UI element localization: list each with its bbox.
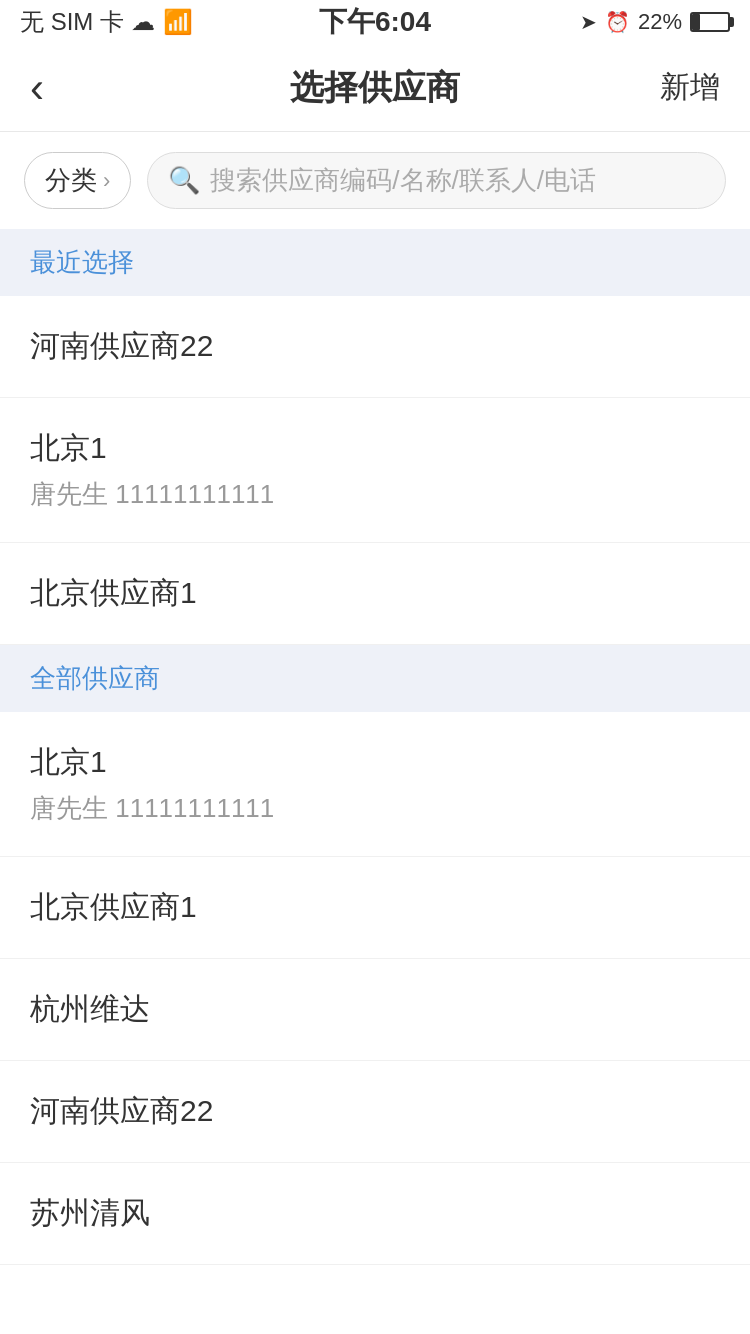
supplier-name: 北京1 — [30, 742, 720, 783]
recent-list: 河南供应商22 北京1 唐先生 11111111111 北京供应商1 — [0, 296, 750, 645]
category-arrow-icon: › — [103, 168, 110, 194]
supplier-name: 河南供应商22 — [30, 326, 720, 367]
page-title: 选择供应商 — [290, 65, 460, 111]
recent-list-item[interactable]: 河南供应商22 — [0, 296, 750, 398]
all-list-item[interactable]: 河南供应商22 — [0, 1061, 750, 1163]
add-button[interactable]: 新增 — [660, 67, 720, 108]
status-right: ➤ ⏰ 22% — [580, 9, 730, 35]
all-list: 北京1 唐先生 11111111111 北京供应商1 杭州维达河南供应商22 苏州清风 — [0, 712, 750, 1265]
recent-section-label: 最近选择 — [30, 247, 134, 277]
recent-list-item[interactable]: 北京1 唐先生 11111111111 — [0, 398, 750, 543]
wifi-icon: 📶 — [163, 8, 193, 36]
status-bar: 无 SIM 卡 ☁ 📶 下午6:04 ➤ ⏰ 22% — [0, 0, 750, 44]
all-list-item[interactable]: 杭州维达 — [0, 959, 750, 1061]
recent-list-item[interactable]: 北京供应商1 — [0, 543, 750, 645]
supplier-name: 苏州清风 — [30, 1193, 720, 1234]
category-button[interactable]: 分类 › — [24, 152, 131, 209]
search-area: 分类 › 🔍 搜索供应商编码/名称/联系人/电话 — [0, 132, 750, 229]
category-label: 分类 — [45, 163, 97, 198]
sim-status: 无 SIM 卡 ☁ — [20, 6, 155, 38]
alarm-icon: ⏰ — [605, 10, 630, 34]
back-button[interactable]: ‹ — [30, 64, 90, 112]
all-section-label: 全部供应商 — [30, 663, 160, 693]
location-icon: ➤ — [580, 10, 597, 34]
all-section-header: 全部供应商 — [0, 645, 750, 712]
search-icon: 🔍 — [168, 165, 200, 196]
battery-percent: 22% — [638, 9, 682, 35]
supplier-name: 杭州维达 — [30, 989, 720, 1030]
nav-bar: ‹ 选择供应商 新增 — [0, 44, 750, 132]
status-left: 无 SIM 卡 ☁ 📶 — [20, 6, 193, 38]
search-placeholder: 搜索供应商编码/名称/联系人/电话 — [210, 163, 596, 198]
supplier-name: 北京供应商1 — [30, 573, 720, 614]
all-list-item[interactable]: 北京1 唐先生 11111111111 — [0, 712, 750, 857]
supplier-name: 北京供应商1 — [30, 887, 720, 928]
all-list-item[interactable]: 北京供应商1 — [0, 857, 750, 959]
battery-icon — [690, 12, 730, 32]
all-list-item[interactable]: 苏州清风 — [0, 1163, 750, 1265]
supplier-name: 河南供应商22 — [30, 1091, 720, 1132]
status-time: 下午6:04 — [319, 3, 431, 41]
supplier-name: 北京1 — [30, 428, 720, 469]
supplier-contact: 唐先生 11111111111 — [30, 477, 720, 512]
supplier-contact: 唐先生 11111111111 — [30, 791, 720, 826]
search-input-wrap[interactable]: 🔍 搜索供应商编码/名称/联系人/电话 — [147, 152, 726, 209]
recent-section-header: 最近选择 — [0, 229, 750, 296]
